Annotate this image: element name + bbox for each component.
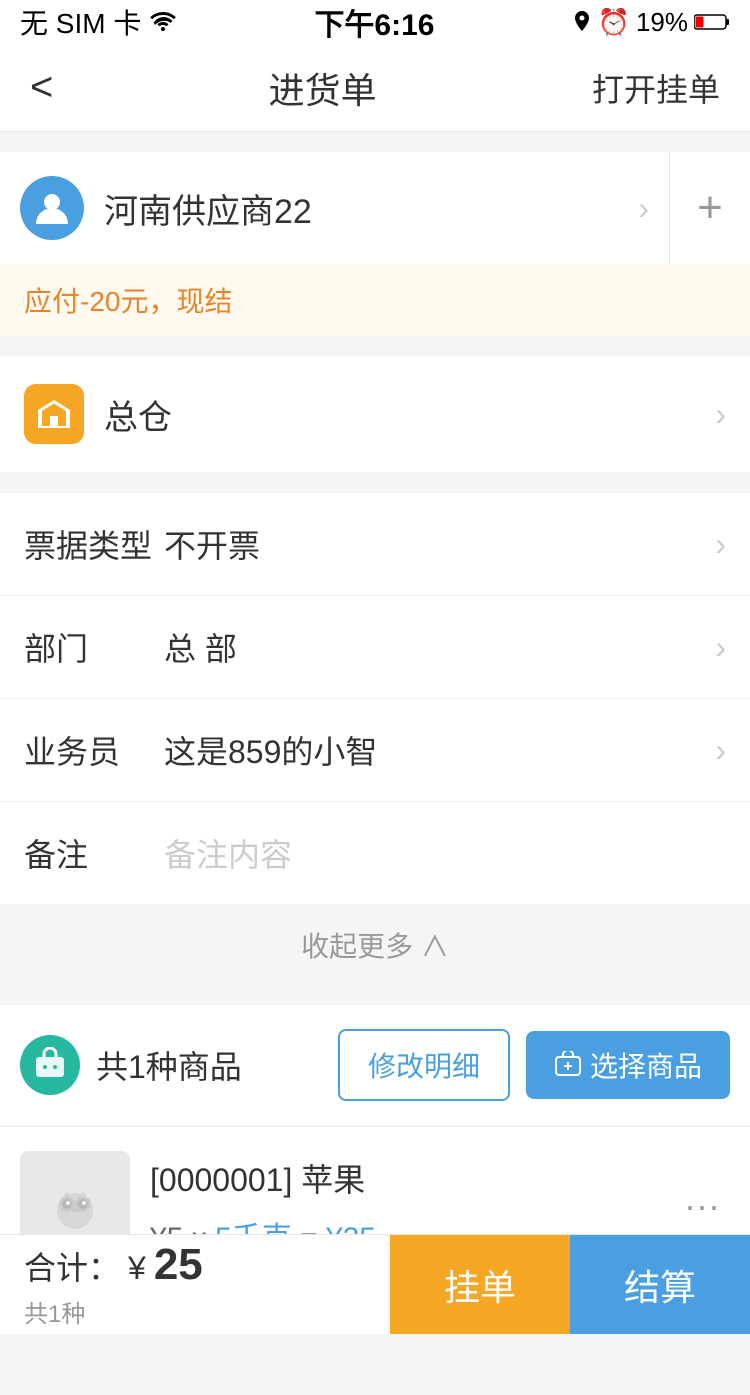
location-icon [572, 7, 592, 38]
total-amount: 25 [154, 1240, 203, 1290]
warehouse-label: 总仓 [104, 390, 705, 439]
status-right: ⏰ 19% [572, 7, 730, 38]
product-name: [0000001] 苹果 [150, 1155, 674, 1201]
department-chevron-icon: › [715, 629, 726, 666]
salesperson-label: 业务员 [24, 727, 164, 773]
department-row[interactable]: 部门 总 部 › [0, 596, 750, 699]
pending-button[interactable]: 挂单 [390, 1235, 570, 1334]
product-count-icon [20, 1035, 80, 1095]
invoice-type-row[interactable]: 票据类型 不开票 › [0, 493, 750, 596]
salesperson-chevron-icon: › [715, 732, 726, 769]
department-value: 总 部 [164, 624, 705, 670]
remark-label: 备注 [24, 830, 164, 876]
back-button[interactable]: < [30, 65, 53, 110]
supplier-section: 河南供应商22 › + [0, 152, 750, 264]
product-more-button[interactable]: ··· [674, 1175, 730, 1237]
product-count-label: 共1种商品 [96, 1042, 338, 1088]
collapse-button[interactable]: 收起更多 ∧ [0, 905, 750, 985]
open-pending-button[interactable]: 打开挂单 [592, 65, 720, 111]
alarm-icon: ⏰ [598, 7, 630, 38]
supplier-chevron-icon: › [638, 190, 649, 227]
remark-row[interactable]: 备注 备注内容 [0, 802, 750, 905]
select-product-button[interactable]: 选择商品 [526, 1031, 730, 1099]
section-gap-3 [0, 473, 750, 493]
add-supplier-button[interactable]: + [670, 152, 750, 264]
status-time: 下午6:16 [314, 0, 434, 44]
department-label: 部门 [24, 624, 164, 670]
edit-detail-button[interactable]: 修改明细 [338, 1029, 510, 1101]
notice-bar: 应付-20元，现结 [0, 264, 750, 336]
invoice-type-chevron-icon: › [715, 526, 726, 563]
supplier-selector[interactable]: 河南供应商22 › [0, 152, 670, 264]
total-symbol: ¥ [128, 1250, 146, 1287]
supplier-avatar [20, 176, 84, 240]
supplier-name: 河南供应商22 [104, 184, 628, 233]
page-title: 进货单 [269, 62, 377, 114]
total-sub: 共1种 [24, 1294, 366, 1329]
bottom-bar: 合计： ¥ 25 共1种 挂单 结算 [0, 1234, 750, 1334]
salesperson-value: 这是859的小智 [164, 727, 705, 773]
invoice-type-value: 不开票 [164, 521, 705, 567]
warehouse-icon [24, 384, 84, 444]
product-header: 共1种商品 修改明细 选择商品 [0, 1005, 750, 1125]
total-section: 合计： ¥ 25 共1种 [0, 1235, 390, 1334]
wifi-icon [149, 6, 177, 38]
section-gap-1 [0, 132, 750, 152]
warehouse-chevron-icon: › [715, 396, 726, 433]
section-gap-2 [0, 336, 750, 356]
battery-icon [694, 7, 730, 38]
total-label: 合计： [24, 1243, 120, 1289]
collapse-label: 收起更多 ∧ [301, 925, 449, 965]
select-product-label: 选择商品 [590, 1045, 702, 1085]
total-main: 合计： ¥ 25 [24, 1240, 366, 1290]
section-gap-4 [0, 985, 750, 1005]
status-left: 无 SIM 卡 [20, 2, 177, 42]
status-bar: 无 SIM 卡 下午6:16 ⏰ 19% [0, 0, 750, 44]
salesperson-row[interactable]: 业务员 这是859的小智 › [0, 699, 750, 802]
warehouse-row[interactable]: 总仓 › [0, 356, 750, 473]
checkout-button[interactable]: 结算 [570, 1235, 750, 1334]
nav-bar: < 进货单 打开挂单 [0, 44, 750, 132]
battery-label: 19% [636, 7, 688, 38]
invoice-type-label: 票据类型 [24, 521, 164, 567]
sim-label: 无 SIM 卡 [20, 2, 141, 42]
remark-placeholder: 备注内容 [164, 830, 726, 876]
